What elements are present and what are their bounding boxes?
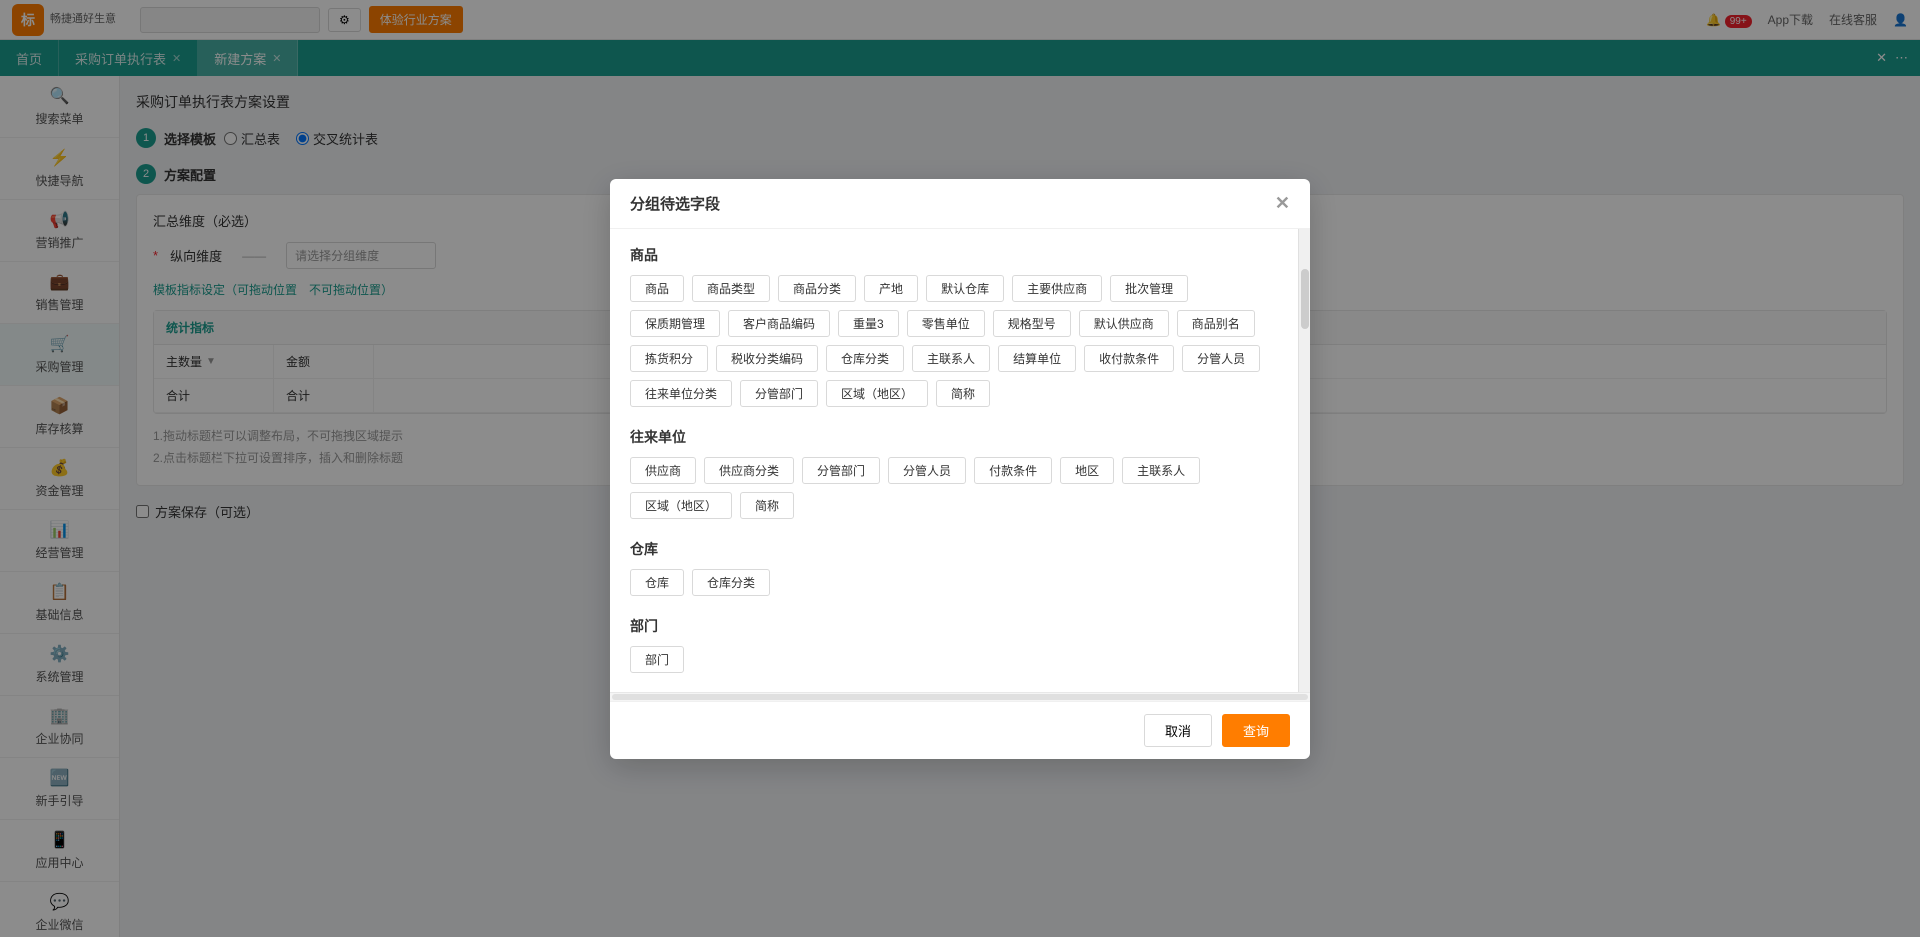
field-tag-goods-22[interactable]: 分管部门: [740, 380, 818, 407]
modal-overlay: 分组待选字段 ✕ 商品 商品 商品类型 商品分类 产地 默认仓库 主要供应商 批…: [0, 0, 1920, 937]
field-tag-goods-23[interactable]: 区域（地区）: [826, 380, 928, 407]
field-tag-goods-16[interactable]: 仓库分类: [826, 345, 904, 372]
modal-footer: 取消 查询: [610, 701, 1310, 759]
field-tag-goods-20[interactable]: 分管人员: [1182, 345, 1260, 372]
field-tags-goods: 商品 商品类型 商品分类 产地 默认仓库 主要供应商 批次管理 保质期管理 客户…: [630, 275, 1278, 407]
field-tag-cp-1[interactable]: 供应商分类: [704, 457, 794, 484]
field-tag-goods-6[interactable]: 批次管理: [1110, 275, 1188, 302]
modal-title: 分组待选字段: [630, 193, 720, 214]
modal-body-wrapper: 商品 商品 商品类型 商品分类 产地 默认仓库 主要供应商 批次管理 保质期管理…: [610, 229, 1310, 692]
field-tag-dept-0[interactable]: 部门: [630, 646, 684, 673]
field-group-warehouse: 仓库 仓库 仓库分类: [630, 539, 1278, 596]
field-tag-goods-8[interactable]: 客户商品编码: [728, 310, 830, 337]
field-group-department-title: 部门: [630, 616, 1278, 636]
field-group-warehouse-title: 仓库: [630, 539, 1278, 559]
field-tag-goods-9[interactable]: 重量3: [838, 310, 899, 337]
hscroll-track: [612, 694, 1308, 700]
modal-header: 分组待选字段 ✕: [610, 179, 1310, 229]
field-tag-cp-6[interactable]: 主联系人: [1122, 457, 1200, 484]
field-tag-goods-5[interactable]: 主要供应商: [1012, 275, 1102, 302]
modal-hscroll[interactable]: [610, 692, 1310, 701]
field-tag-goods-17[interactable]: 主联系人: [912, 345, 990, 372]
field-tag-goods-1[interactable]: 商品类型: [692, 275, 770, 302]
field-tag-wh-1[interactable]: 仓库分类: [692, 569, 770, 596]
field-tag-goods-14[interactable]: 拣货积分: [630, 345, 708, 372]
field-group-goods-title: 商品: [630, 245, 1278, 265]
modal-scrollbar[interactable]: [1298, 229, 1310, 692]
field-tag-goods-7[interactable]: 保质期管理: [630, 310, 720, 337]
field-tags-counterpart: 供应商 供应商分类 分管部门 分管人员 付款条件 地区 主联系人 区域（地区） …: [630, 457, 1278, 519]
field-tag-goods-2[interactable]: 商品分类: [778, 275, 856, 302]
field-tag-goods-24[interactable]: 简称: [936, 380, 990, 407]
field-tag-cp-2[interactable]: 分管部门: [802, 457, 880, 484]
field-group-department: 部门 部门: [630, 616, 1278, 673]
field-tag-goods-10[interactable]: 零售单位: [907, 310, 985, 337]
field-tag-goods-0[interactable]: 商品: [630, 275, 684, 302]
field-group-counterpart-title: 往来单位: [630, 427, 1278, 447]
confirm-button[interactable]: 查询: [1222, 714, 1290, 747]
field-tag-goods-12[interactable]: 默认供应商: [1079, 310, 1169, 337]
field-tags-warehouse: 仓库 仓库分类: [630, 569, 1278, 596]
field-group-counterpart: 往来单位 供应商 供应商分类 分管部门 分管人员 付款条件 地区 主联系人 区域…: [630, 427, 1278, 519]
field-tag-goods-3[interactable]: 产地: [864, 275, 918, 302]
field-tag-goods-15[interactable]: 税收分类编码: [716, 345, 818, 372]
field-tag-cp-8[interactable]: 简称: [740, 492, 794, 519]
scroll-thumb: [1301, 269, 1309, 329]
modal: 分组待选字段 ✕ 商品 商品 商品类型 商品分类 产地 默认仓库 主要供应商 批…: [610, 179, 1310, 759]
field-tag-goods-11[interactable]: 规格型号: [993, 310, 1071, 337]
field-group-goods: 商品 商品 商品类型 商品分类 产地 默认仓库 主要供应商 批次管理 保质期管理…: [630, 245, 1278, 407]
field-tags-department: 部门: [630, 646, 1278, 673]
field-tag-wh-0[interactable]: 仓库: [630, 569, 684, 596]
field-tag-goods-4[interactable]: 默认仓库: [926, 275, 1004, 302]
cancel-button[interactable]: 取消: [1144, 714, 1212, 747]
field-tag-goods-21[interactable]: 往来单位分类: [630, 380, 732, 407]
modal-body: 商品 商品 商品类型 商品分类 产地 默认仓库 主要供应商 批次管理 保质期管理…: [610, 229, 1298, 692]
field-tag-goods-19[interactable]: 收付款条件: [1084, 345, 1174, 372]
modal-close-btn[interactable]: ✕: [1275, 193, 1290, 214]
field-tag-goods-13[interactable]: 商品别名: [1177, 310, 1255, 337]
field-tag-cp-0[interactable]: 供应商: [630, 457, 696, 484]
field-tag-cp-5[interactable]: 地区: [1060, 457, 1114, 484]
field-tag-cp-3[interactable]: 分管人员: [888, 457, 966, 484]
field-tag-cp-7[interactable]: 区域（地区）: [630, 492, 732, 519]
field-tag-goods-18[interactable]: 结算单位: [998, 345, 1076, 372]
field-tag-cp-4[interactable]: 付款条件: [974, 457, 1052, 484]
